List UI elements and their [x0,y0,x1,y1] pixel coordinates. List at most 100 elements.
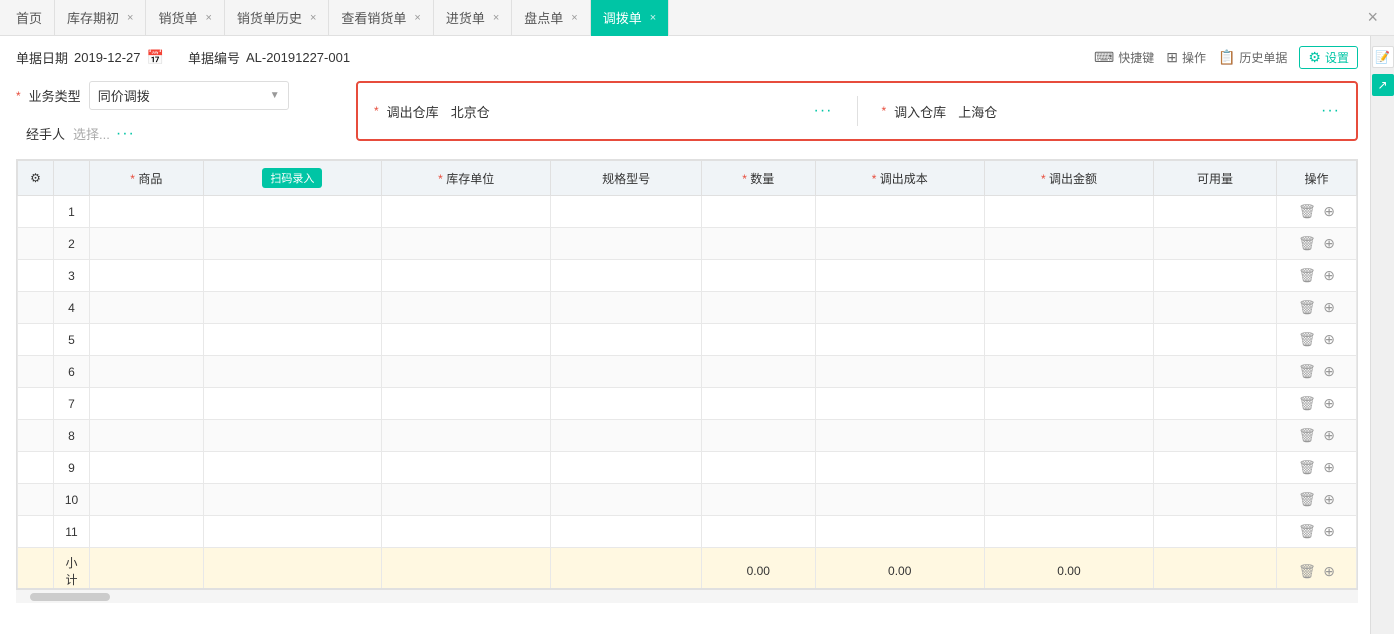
calendar-icon[interactable]: 📅 [147,49,164,66]
row-unit-cell[interactable] [382,452,551,484]
row-quantity-cell[interactable] [701,356,815,388]
row-product-cell[interactable] [90,324,204,356]
tab-sales-order[interactable]: 销货单 × [146,0,224,36]
row-amount-cell[interactable] [984,452,1153,484]
tab-sales-order-close[interactable]: × [205,12,211,24]
tab-view-sales-close[interactable]: × [414,12,420,24]
row-unit-cell[interactable] [382,292,551,324]
row-delete-icon[interactable]: 🗑 [1298,299,1316,315]
row-product-cell[interactable] [90,420,204,452]
row-spec-cell[interactable] [551,324,702,356]
row-spec-cell[interactable] [551,292,702,324]
row-unit-cell[interactable] [382,484,551,516]
row-copy-icon[interactable]: ⊕ [1323,203,1335,219]
row-delete-icon[interactable]: 🗑 [1298,523,1316,539]
row-delete-icon[interactable]: 🗑 [1298,363,1316,379]
row-delete-icon[interactable]: 🗑 [1298,459,1316,475]
row-amount-cell[interactable] [984,228,1153,260]
row-product-cell[interactable] [90,260,204,292]
row-cost-cell[interactable] [815,292,984,324]
handler-more-icon[interactable]: ··· [116,125,135,143]
row-delete-icon[interactable]: 🗑 [1298,203,1316,219]
subtotal-copy-icon[interactable]: ⊕ [1323,563,1335,579]
tab-stocktake[interactable]: 盘点单 × [512,0,590,36]
tab-purchase-order-close[interactable]: × [493,12,499,24]
row-spec-cell[interactable] [551,452,702,484]
row-spec-cell[interactable] [551,484,702,516]
row-copy-icon[interactable]: ⊕ [1323,267,1335,283]
row-copy-icon[interactable]: ⊕ [1323,299,1335,315]
row-amount-cell[interactable] [984,324,1153,356]
row-delete-icon[interactable]: 🗑 [1298,427,1316,443]
row-unit-cell[interactable] [382,324,551,356]
row-product-cell[interactable] [90,452,204,484]
tab-inventory-init-close[interactable]: × [127,12,133,24]
tab-transfer-order[interactable]: 调拨单 × [591,0,669,36]
transfer-out-more-icon[interactable]: ··· [814,102,833,120]
close-window-btn[interactable]: × [1355,7,1390,28]
row-quantity-cell[interactable] [701,260,815,292]
row-spec-cell[interactable] [551,196,702,228]
row-quantity-cell[interactable] [701,388,815,420]
row-amount-cell[interactable] [984,292,1153,324]
row-copy-icon[interactable]: ⊕ [1323,331,1335,347]
row-cost-cell[interactable] [815,420,984,452]
gear-settings-icon[interactable]: ⚙ [30,171,41,185]
row-product-cell[interactable] [90,516,204,548]
row-cost-cell[interactable] [815,260,984,292]
row-spec-cell[interactable] [551,420,702,452]
row-unit-cell[interactable] [382,228,551,260]
row-product-cell[interactable] [90,196,204,228]
row-delete-icon[interactable]: 🗑 [1298,267,1316,283]
history-btn[interactable]: 📋 历史单据 [1218,49,1287,66]
row-copy-icon[interactable]: ⊕ [1323,523,1335,539]
row-cost-cell[interactable] [815,324,984,356]
row-amount-cell[interactable] [984,196,1153,228]
row-cost-cell[interactable] [815,356,984,388]
row-amount-cell[interactable] [984,484,1153,516]
row-quantity-cell[interactable] [701,228,815,260]
row-unit-cell[interactable] [382,388,551,420]
row-cost-cell[interactable] [815,228,984,260]
row-cost-cell[interactable] [815,516,984,548]
tab-view-sales[interactable]: 查看销货单 × [329,0,433,36]
tab-sales-history[interactable]: 销货单历史 × [225,0,329,36]
row-unit-cell[interactable] [382,516,551,548]
tab-purchase-order[interactable]: 进货单 × [434,0,512,36]
row-cost-cell[interactable] [815,452,984,484]
row-delete-icon[interactable]: 🗑 [1298,331,1316,347]
row-spec-cell[interactable] [551,516,702,548]
right-panel-note-btn[interactable]: 📝 [1372,46,1394,68]
row-unit-cell[interactable] [382,196,551,228]
shortcut-btn[interactable]: ⌨ 快捷键 [1094,49,1154,66]
row-unit-cell[interactable] [382,420,551,452]
row-amount-cell[interactable] [984,260,1153,292]
row-spec-cell[interactable] [551,260,702,292]
row-product-cell[interactable] [90,356,204,388]
row-product-cell[interactable] [90,292,204,324]
row-quantity-cell[interactable] [701,516,815,548]
tab-transfer-order-close[interactable]: × [650,12,656,24]
row-quantity-cell[interactable] [701,420,815,452]
settings-btn[interactable]: ⚙ 设置 [1299,46,1358,69]
row-quantity-cell[interactable] [701,452,815,484]
row-quantity-cell[interactable] [701,484,815,516]
row-copy-icon[interactable]: ⊕ [1323,395,1335,411]
subtotal-delete-icon[interactable]: 🗑 [1298,563,1316,579]
row-copy-icon[interactable]: ⊕ [1323,235,1335,251]
operation-btn[interactable]: ⊞ 操作 [1166,49,1206,66]
scan-button[interactable]: 扫码录入 [262,168,322,188]
row-quantity-cell[interactable] [701,196,815,228]
row-quantity-cell[interactable] [701,324,815,356]
row-product-cell[interactable] [90,484,204,516]
handler-select[interactable]: 选择... ··· [73,120,223,147]
row-delete-icon[interactable]: 🗑 [1298,235,1316,251]
row-amount-cell[interactable] [984,356,1153,388]
tab-sales-history-close[interactable]: × [310,12,316,24]
row-unit-cell[interactable] [382,356,551,388]
row-cost-cell[interactable] [815,196,984,228]
row-amount-cell[interactable] [984,420,1153,452]
row-product-cell[interactable] [90,388,204,420]
business-type-input[interactable]: 同价调拨 ▼ [89,81,289,110]
row-copy-icon[interactable]: ⊕ [1323,363,1335,379]
